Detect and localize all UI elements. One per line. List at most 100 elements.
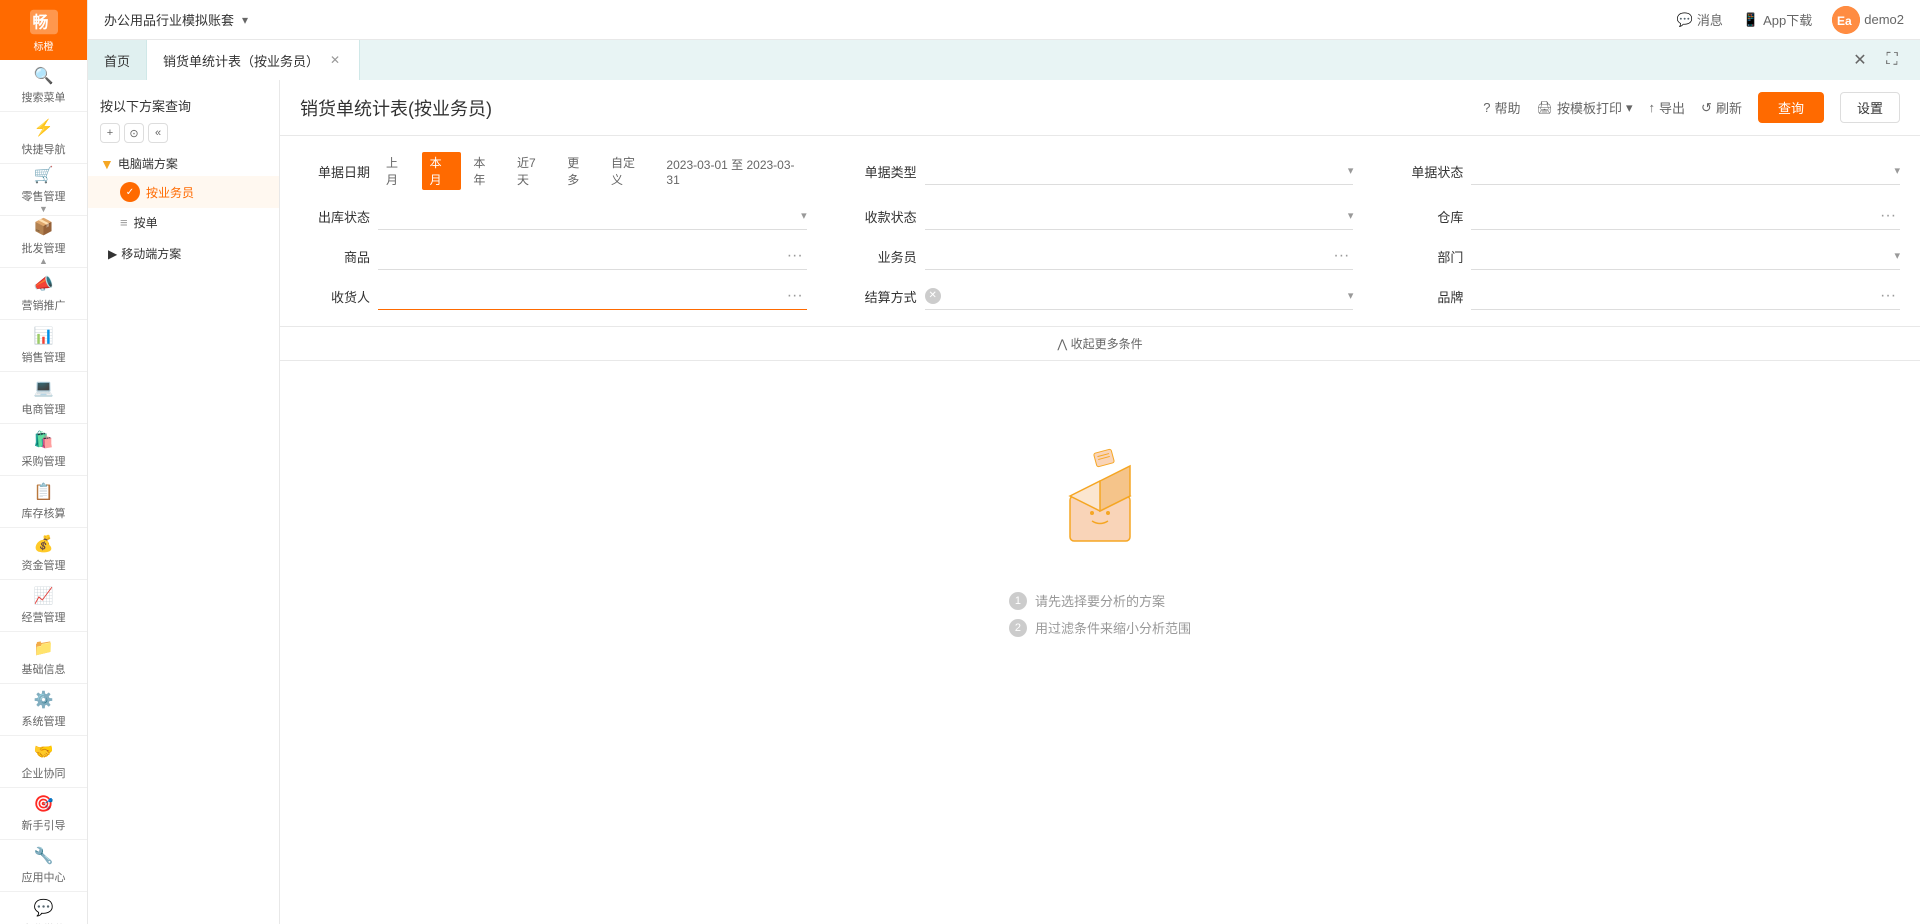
sidebar-item-newbie[interactable]: 🎯 新手引导 <box>0 788 88 840</box>
query-button[interactable]: 查询 <box>1758 92 1824 123</box>
app-download-action[interactable]: 📱 App下载 <box>1743 10 1812 29</box>
settlement-dropdown-icon: ▾ <box>1348 289 1354 302</box>
desktop-group-header[interactable]: ▼ 电脑端方案 <box>88 151 279 176</box>
sidebar-item-label: 零售管理 <box>22 188 66 204</box>
user-name: demo2 <box>1864 12 1904 27</box>
sidebar-item-label: 批发管理 <box>22 240 66 256</box>
sidebar-item-basic[interactable]: 📁 基础信息 <box>0 632 88 684</box>
date-tab-custom[interactable]: 自定义 <box>603 152 655 190</box>
settings-schema-button[interactable]: ⊙ <box>124 123 144 143</box>
sidebar-item-ecommerce[interactable]: 💻 电商管理 <box>0 372 88 424</box>
filter-out-status-item: 出库状态 ▾ <box>300 202 807 230</box>
app-title: 办公用品行业模拟账套 <box>104 10 234 29</box>
print-template-button[interactable]: 🖨 按模板打印 ▾ <box>1536 98 1632 117</box>
date-tab-this-month[interactable]: 本月 <box>422 152 462 190</box>
tab-sales-stat[interactable]: 销货单统计表（按业务员） ✕ <box>147 40 360 80</box>
brand-control[interactable]: ··· <box>1471 282 1900 310</box>
message-action[interactable]: 💬 消息 <box>1677 10 1723 29</box>
dept-control[interactable]: ▾ <box>1471 242 1900 270</box>
collapse-bar[interactable]: ⋀ 收起更多条件 <box>280 327 1920 361</box>
operation-icon: 📈 <box>34 586 54 606</box>
out-status-dropdown-icon: ▾ <box>801 209 807 222</box>
settlement-clear-button[interactable]: ✕ <box>925 288 941 304</box>
help-button[interactable]: ? 帮助 <box>1483 98 1520 117</box>
warehouse-label: 仓库 <box>1393 207 1463 226</box>
sidebar-item-label: 应用中心 <box>22 869 66 885</box>
sidebar-item-enterprise[interactable]: 🤝 企业协同 <box>0 736 88 788</box>
empty-hint-2: 2 用过滤条件来缩小分析范围 <box>1009 618 1191 637</box>
svg-text:畅: 畅 <box>32 12 48 31</box>
settlement-control[interactable]: ✕ ▾ <box>925 282 1354 310</box>
date-tab-7days[interactable]: 近7天 <box>509 152 555 190</box>
product-more-icon[interactable]: ··· <box>783 247 807 265</box>
sales-icon: 📊 <box>34 326 54 346</box>
date-tab-this-year[interactable]: 本年 <box>465 152 505 190</box>
enterprise-icon: 🤝 <box>34 742 54 762</box>
recipient-more-icon[interactable]: ··· <box>783 287 807 305</box>
sidebar-item-apps[interactable]: 🔧 应用中心 <box>0 840 88 892</box>
hint-2-num: 2 <box>1009 619 1027 637</box>
salesperson-more-icon[interactable]: ··· <box>1329 247 1353 265</box>
mobile-group-label: 移动端方案 <box>121 245 181 262</box>
app-title-dropdown[interactable]: ▾ <box>242 13 248 27</box>
sidebar-item-marketing[interactable]: 📣 营销推广 <box>0 268 88 320</box>
schema-item-salesperson[interactable]: ✓ 按业务员 <box>88 176 279 208</box>
message-icon: 💬 <box>1677 12 1693 28</box>
retail-expand-icon: ▼ <box>39 204 48 214</box>
tab-bar: 首页 销货单统计表（按业务员） ✕ ✕ ⛶ <box>88 40 1920 80</box>
marketing-icon: 📣 <box>34 274 54 294</box>
settings-icon: ⊙ <box>129 127 138 140</box>
sidebar-item-sales[interactable]: 📊 销售管理 <box>0 320 88 372</box>
tab-close-icon[interactable]: ✕ <box>327 52 343 68</box>
newbie-icon: 🎯 <box>34 794 54 814</box>
brand-more-icon[interactable]: ··· <box>1876 287 1900 305</box>
product-control[interactable]: ··· <box>378 242 807 270</box>
sidebar-item-quick[interactable]: ⚡ 快捷导航 <box>0 112 88 164</box>
add-schema-button[interactable]: + <box>100 123 120 143</box>
dept-label: 部门 <box>1393 247 1463 266</box>
schema-item-salesperson-label: 按业务员 <box>146 184 194 201</box>
out-status-control[interactable]: ▾ <box>378 202 807 230</box>
date-tab-last-month[interactable]: 上月 <box>378 152 418 190</box>
mobile-schema-group: ▶ 移动端方案 <box>88 241 279 266</box>
help-icon: ? <box>1483 100 1490 115</box>
doc-type-control[interactable]: ▾ <box>925 157 1354 185</box>
export-label: 导出 <box>1659 98 1685 117</box>
basic-icon: 📁 <box>34 638 54 658</box>
sidebar-item-wholesale[interactable]: 📦 批发管理 ▲ <box>0 216 88 268</box>
mobile-group-header[interactable]: ▶ 移动端方案 <box>88 241 279 266</box>
search-icon: 🔍 <box>34 66 54 86</box>
tab-home[interactable]: 首页 <box>88 40 147 80</box>
warehouse-control[interactable]: ··· <box>1471 202 1900 230</box>
schema-item-order[interactable]: ≡ 按单 <box>88 208 279 237</box>
collect-status-control[interactable]: ▾ <box>925 202 1354 230</box>
doc-status-control[interactable]: ▾ <box>1471 157 1900 185</box>
date-filter: 上月 本月 本年 近7天 更多 自定义 2023-03-01 至 2023-03… <box>378 152 807 190</box>
sidebar-item-label: 库存核算 <box>22 505 66 521</box>
tab-maximize-button[interactable]: ⛶ <box>1880 48 1904 72</box>
sidebar-item-purchase[interactable]: 🛍️ 采购管理 <box>0 424 88 476</box>
empty-state: 1 请先选择要分析的方案 2 用过滤条件来缩小分析范围 <box>280 361 1920 717</box>
sidebar-item-inventory[interactable]: 📋 库存核算 <box>0 476 88 528</box>
salesperson-control[interactable]: ··· <box>925 242 1354 270</box>
tab-close-window-button[interactable]: ✕ <box>1848 48 1872 72</box>
sidebar-item-label: 基础信息 <box>22 661 66 677</box>
sidebar-item-wechat[interactable]: 💬 企业微信 <box>0 892 88 924</box>
settings-button[interactable]: 设置 <box>1840 92 1900 123</box>
recipient-control[interactable]: ··· <box>378 282 807 310</box>
sidebar-item-search[interactable]: 🔍 搜索菜单 <box>0 60 88 112</box>
sidebar-item-system[interactable]: ⚙️ 系统管理 <box>0 684 88 736</box>
date-tab-more[interactable]: 更多 <box>559 152 599 190</box>
sidebar-item-finance[interactable]: 💰 资金管理 <box>0 528 88 580</box>
user-action[interactable]: Ea demo2 <box>1832 6 1904 34</box>
home-tab-label: 首页 <box>104 51 130 70</box>
filter-doc-status-item: 单据状态 ▾ <box>1393 157 1900 185</box>
refresh-button[interactable]: ↺ 刷新 <box>1701 98 1742 117</box>
collapse-schema-button[interactable]: « <box>148 123 168 143</box>
export-button[interactable]: ↑ 导出 <box>1649 98 1686 117</box>
warehouse-more-icon[interactable]: ··· <box>1876 207 1900 225</box>
empty-illustration <box>1040 441 1160 561</box>
sidebar-item-operation[interactable]: 📈 经营管理 <box>0 580 88 632</box>
date-filter-label: 单据日期 <box>300 162 370 181</box>
sidebar-item-retail[interactable]: 🛒 零售管理 ▼ <box>0 164 88 216</box>
